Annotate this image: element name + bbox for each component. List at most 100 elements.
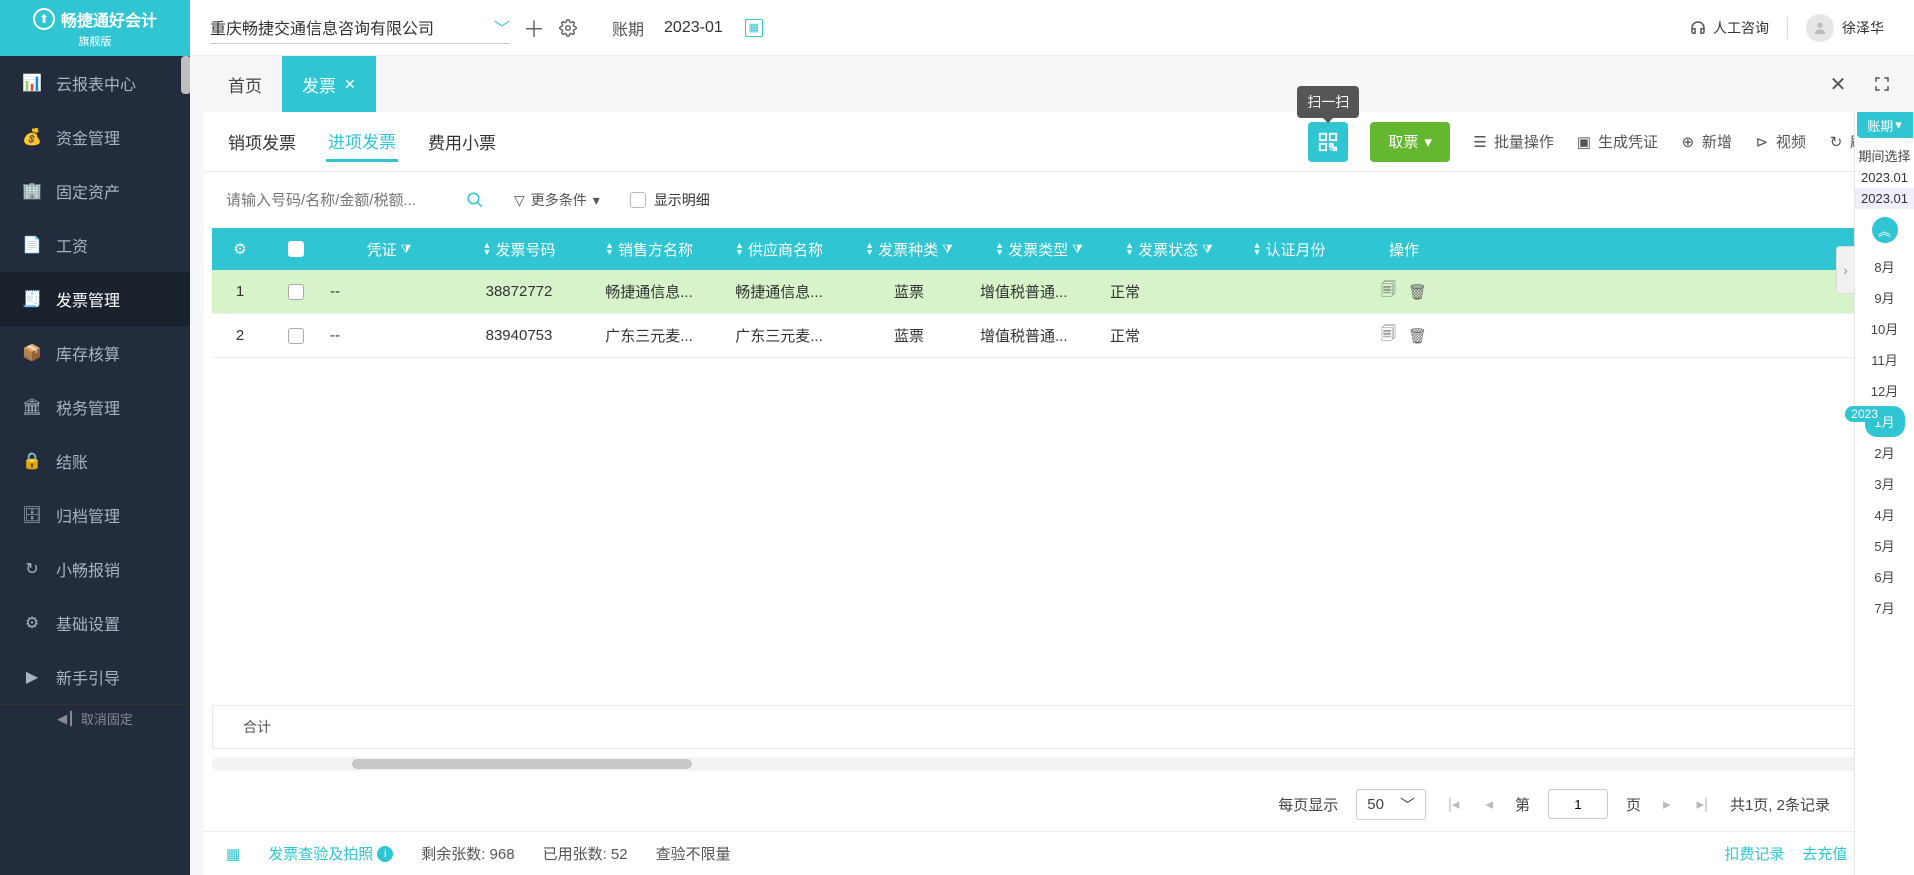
sidebar-item-reimburse[interactable]: ↻小畅报销 <box>0 542 190 596</box>
next-page[interactable]: ▸ <box>1659 795 1675 813</box>
close-icon[interactable]: ✕ <box>344 76 356 93</box>
subtab-expense[interactable]: 费用小票 <box>426 123 498 160</box>
month-option[interactable]: 9月 <box>1855 282 1914 313</box>
month-option[interactable]: 11月 <box>1855 344 1914 375</box>
sidebar-item-building[interactable]: 🏢固定资产 <box>0 164 190 218</box>
month-option[interactable]: 12月 <box>1855 375 1914 406</box>
col-type[interactable]: ▲▼发票类型⧩ <box>974 239 1104 260</box>
fetch-invoice-button[interactable]: 取票 ▾ <box>1370 122 1450 162</box>
sidebar-item-tax[interactable]: 🏛税务管理 <box>0 380 190 434</box>
brand-name: 畅捷通好会计 <box>61 7 157 31</box>
month-option[interactable]: 5月 <box>1855 530 1914 561</box>
col-number[interactable]: ▲▼发票号码 <box>454 239 584 260</box>
voucher-icon: ▣ <box>1576 134 1592 150</box>
company-settings-button[interactable] <box>558 18 578 38</box>
gen-voucher-action[interactable]: ▣ 生成凭证 <box>1576 131 1658 152</box>
scroll-up-button[interactable]: ︽ <box>1872 217 1898 243</box>
sidebar-item-invoice[interactable]: 🧾发票管理 <box>0 272 190 326</box>
verify-link[interactable]: 发票查验及拍照 <box>268 843 373 864</box>
horizontal-scrollbar[interactable] <box>212 757 1892 771</box>
year-badge: 2023 <box>1845 406 1884 422</box>
user-menu[interactable]: 徐泽华 <box>1806 14 1884 42</box>
right-panel-collapse[interactable]: › <box>1836 246 1854 294</box>
table-row[interactable]: 1--38872772畅捷通信息...畅捷通信息...蓝票增值税普通...正常🗐… <box>212 270 1892 314</box>
table-row[interactable]: 2--83940753广东三元麦...广东三元麦...蓝票增值税普通...正常🗐… <box>212 314 1892 358</box>
col-kind[interactable]: ▲▼发票种类⧩ <box>844 239 974 260</box>
batch-action[interactable]: ☰批量操作 <box>1472 131 1554 152</box>
sidebar-item-archive[interactable]: 🗄归档管理 <box>0 488 190 542</box>
add-action[interactable]: ⊕新增 <box>1680 131 1732 152</box>
subtab-sales[interactable]: 销项发票 <box>226 123 298 160</box>
period-button[interactable]: 账期▾ <box>1857 112 1913 138</box>
invoice-table: ⚙ 凭证⧩ ▲▼发票号码 ▲▼销售方名称 ▲▼供应商名称 ▲▼发票种类⧩ ▲▼发… <box>204 228 1900 703</box>
year-option[interactable]: 2023.01 <box>1861 167 1908 188</box>
month-option[interactable]: 2月 <box>1855 437 1914 468</box>
chevron-down-icon: ▾ <box>1424 133 1432 151</box>
sidebar-item-label: 小畅报销 <box>56 557 120 581</box>
sidebar-item-payroll[interactable]: 📄工资 <box>0 218 190 272</box>
company-selector[interactable]: 重庆畅捷交通信息咨询有限公司 ﹀ <box>210 11 510 44</box>
sidebar: 📊云报表中心💰资金管理🏢固定资产📄工资🧾发票管理📦库存核算🏛税务管理🔒结账🗄归档… <box>0 56 190 875</box>
fullscreen-button[interactable] <box>1868 70 1896 98</box>
stock-icon: 📦 <box>22 343 42 363</box>
calendar-icon[interactable]: ▦ <box>745 19 763 37</box>
tab-home[interactable]: 首页 <box>208 56 282 112</box>
sidebar-unpin[interactable]: ◀┃ 取消固定 <box>0 704 190 732</box>
video-label: 视频 <box>1776 131 1806 152</box>
delete-icon[interactable]: 🗑 <box>1408 327 1427 345</box>
sidebar-item-label: 云报表中心 <box>56 71 136 95</box>
col-voucher[interactable]: 凭证⧩ <box>324 239 454 260</box>
row-checkbox[interactable] <box>288 328 304 344</box>
sidebar-item-guide[interactable]: ▶新手引导 <box>0 650 190 704</box>
fetch-label: 取票 <box>1388 131 1418 152</box>
view-icon[interactable]: 🗐 <box>1381 323 1396 348</box>
video-action[interactable]: ⊳视频 <box>1754 131 1806 152</box>
col-supplier[interactable]: ▲▼供应商名称 <box>714 239 844 260</box>
month-option[interactable]: 8月 <box>1855 251 1914 282</box>
prev-page[interactable]: ◂ <box>1481 795 1497 813</box>
billing-link[interactable]: 扣费记录 <box>1724 843 1784 864</box>
delete-icon[interactable]: 🗑 <box>1408 283 1427 301</box>
col-month[interactable]: ▲▼认证月份 <box>1234 239 1344 260</box>
sidebar-item-chart[interactable]: 📊云报表中心 <box>0 56 190 110</box>
more-conditions[interactable]: ▽ 更多条件 ▾ <box>514 190 600 210</box>
gen-label: 生成凭证 <box>1598 131 1658 152</box>
col-seller[interactable]: ▲▼销售方名称 <box>584 239 714 260</box>
month-option[interactable]: 3月 <box>1855 468 1914 499</box>
caret-down-icon: ▾ <box>1895 117 1902 133</box>
per-page-select[interactable]: 50﹀ <box>1356 789 1426 820</box>
col-status[interactable]: ▲▼发票状态⧩ <box>1104 239 1234 260</box>
sidebar-item-money[interactable]: 💰资金管理 <box>0 110 190 164</box>
year-option[interactable]: 2023.01 <box>1855 188 1914 209</box>
close-all-tabs[interactable]: ✕ <box>1824 70 1852 98</box>
row-checkbox[interactable] <box>288 284 304 300</box>
recharge-link[interactable]: 去充值 <box>1802 843 1847 864</box>
more-label: 更多条件 <box>531 190 587 210</box>
show-detail-toggle[interactable]: 显示明细 <box>630 190 710 210</box>
subtab-purchase[interactable]: 进项发票 <box>326 122 398 162</box>
tab-invoice[interactable]: 发票 ✕ <box>282 56 376 112</box>
select-all-checkbox[interactable] <box>288 241 304 257</box>
support-link[interactable]: 人工咨询 <box>1689 18 1769 38</box>
first-page[interactable]: |◂ <box>1444 795 1463 813</box>
gear-icon[interactable]: ⚙ <box>233 240 246 258</box>
sidebar-item-label: 固定资产 <box>56 179 120 203</box>
sidebar-item-stock[interactable]: 📦库存核算 <box>0 326 190 380</box>
sidebar-item-close-period[interactable]: 🔒结账 <box>0 434 190 488</box>
search-input[interactable] <box>226 192 456 209</box>
add-company-button[interactable]: ＋ <box>524 18 544 38</box>
per-page-label: 每页显示 <box>1278 794 1338 815</box>
filter-icon: ⧩ <box>401 242 412 257</box>
view-icon[interactable]: 🗐 <box>1381 279 1396 304</box>
page-input[interactable] <box>1548 789 1608 819</box>
last-page[interactable]: ▸| <box>1693 795 1712 813</box>
month-option[interactable]: 4月 <box>1855 499 1914 530</box>
total-label: 合计 <box>243 717 271 737</box>
month-option[interactable]: 10月 <box>1855 313 1914 344</box>
sort-icon: ▲▼ <box>1253 242 1262 256</box>
month-option[interactable]: 7月 <box>1855 592 1914 623</box>
sidebar-item-settings[interactable]: ⚙基础设置 <box>0 596 190 650</box>
scan-qr-button[interactable] <box>1308 122 1348 162</box>
search-icon[interactable] <box>466 191 484 209</box>
month-option[interactable]: 6月 <box>1855 561 1914 592</box>
